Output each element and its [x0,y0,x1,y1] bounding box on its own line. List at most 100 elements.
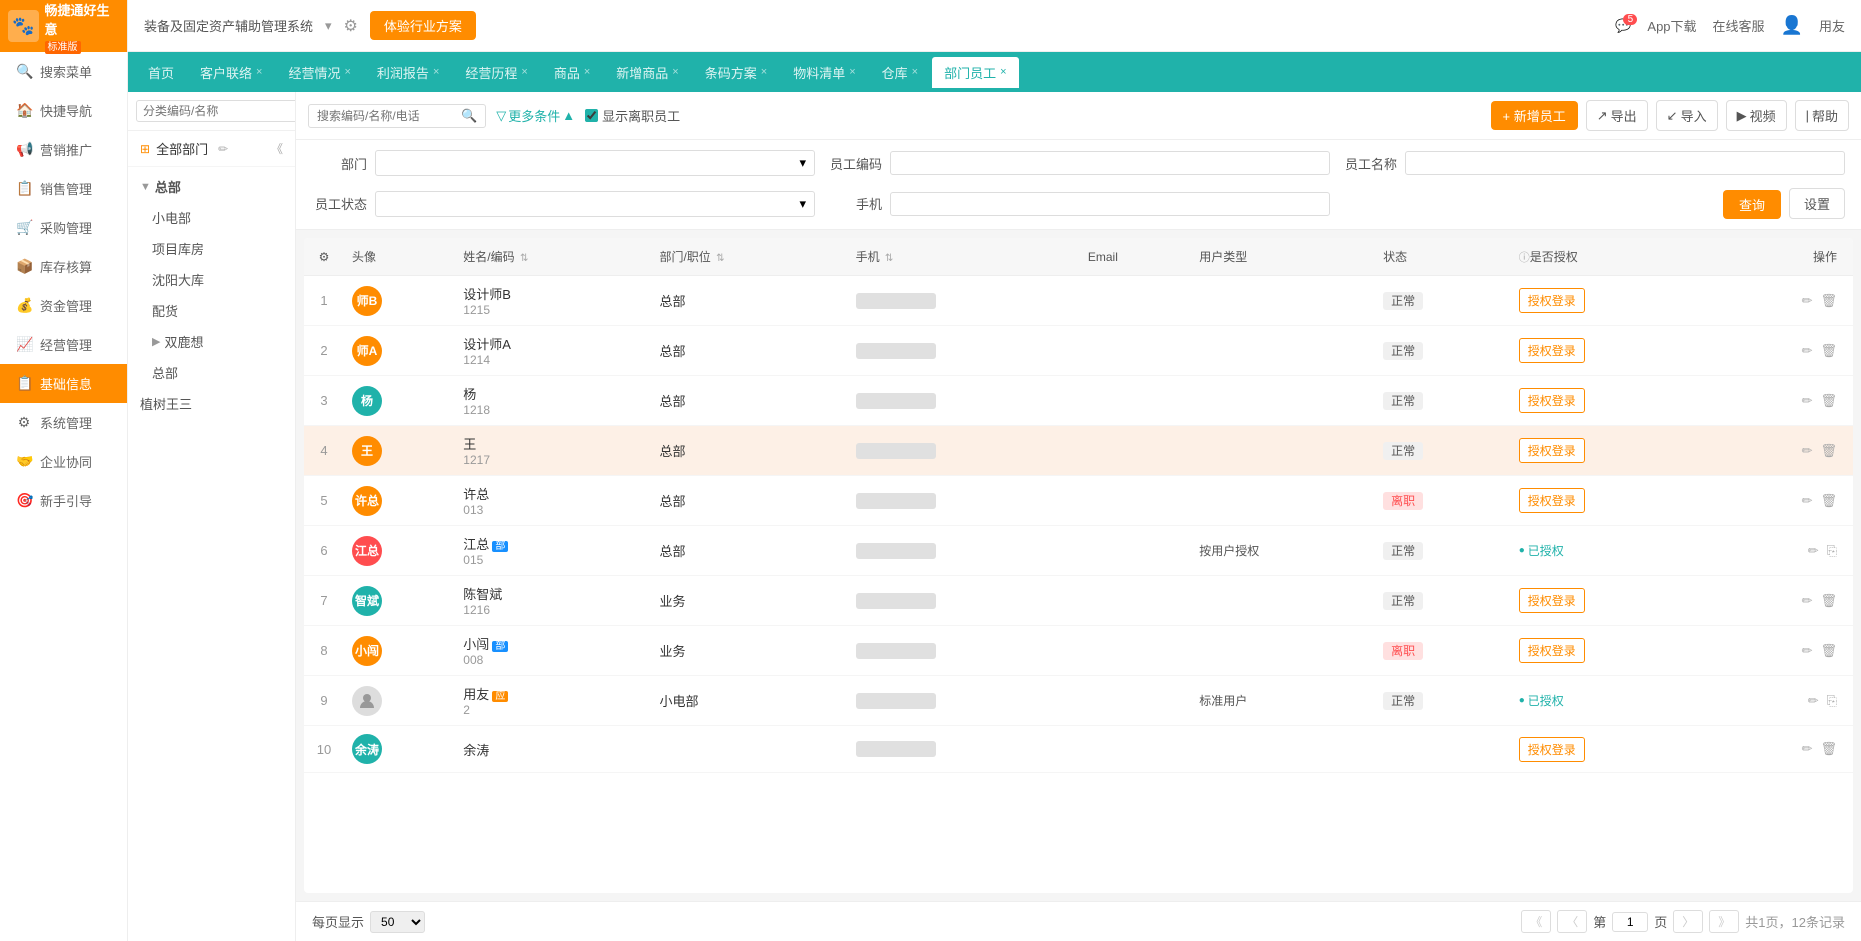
tree-item-xiangmu[interactable]: 项目库房 [140,233,295,264]
tree-item-zongbu[interactable]: ▼ 总部 [128,171,295,202]
delete-icon[interactable]: 🗑 [1820,443,1837,459]
next-page-btn[interactable]: 〉 [1673,910,1703,933]
auth-btn[interactable]: 授权登录 [1519,638,1585,663]
tab-close-icon[interactable]: × [344,66,350,78]
col-config[interactable]: ⚙ [304,238,344,276]
sidebar-item-sales[interactable]: 📋 销售管理 [0,169,127,208]
auth-btn[interactable]: 授权登录 [1519,338,1585,363]
delete-icon[interactable]: 🗑 [1820,393,1837,409]
per-page-select[interactable]: 50 10 20 100 [370,911,425,933]
edit-icon[interactable]: ✏ [1802,343,1813,359]
import-button[interactable]: ↙ 导入 [1656,100,1718,131]
edit-icon[interactable]: ✏ [1802,593,1813,609]
copy-icon[interactable]: ⎘ [1827,693,1837,709]
view-button[interactable]: ▶ 视频 [1726,100,1787,131]
tree-item-wangsan[interactable]: 植树王三 [128,388,295,419]
tab-close-icon[interactable]: × [761,66,767,78]
auth-btn[interactable]: 授权登录 [1519,438,1585,463]
sidebar-item-operations[interactable]: 📈 经营管理 [0,325,127,364]
tab-customer[interactable]: 客户联络 × [188,57,274,88]
search-icon[interactable]: 🔍 [461,108,477,124]
tab-material[interactable]: 物料清单 × [781,57,867,88]
page-input[interactable] [1612,912,1648,932]
more-conditions-btn[interactable]: ▽ 更多条件 ▲ [496,106,575,125]
edit-icon[interactable]: ✏ [1802,293,1813,309]
export-button[interactable]: ↗ 导出 [1586,100,1648,131]
search-input[interactable] [317,109,457,123]
edit-icon[interactable]: ✏ [1802,493,1813,509]
dept-collapse-icon[interactable]: 《 [271,140,283,157]
tab-close-icon[interactable]: × [256,66,262,78]
tab-close-icon[interactable]: × [912,66,918,78]
edit-icon[interactable]: ✏ [1802,741,1813,757]
tree-item-shuangmeng[interactable]: ▶ 双鹿想 [140,326,295,357]
sidebar-item-basic[interactable]: 📋 基础信息 [0,364,127,403]
name-input[interactable] [1405,151,1845,175]
tree-item-shenyang[interactable]: 沈阳大库 [140,264,295,295]
copy-icon[interactable]: ⎘ [1827,543,1837,559]
dept-search-input[interactable] [136,100,296,122]
code-input[interactable] [890,151,1330,175]
auth-btn[interactable]: 授权登录 [1519,488,1585,513]
tab-profit[interactable]: 利润报告 × [365,57,451,88]
prev-page-btn[interactable]: 〈 [1557,910,1587,933]
user-name[interactable]: 用友 [1819,16,1845,35]
tab-close-icon[interactable]: × [849,66,855,78]
tab-business[interactable]: 经营情况 × [276,57,362,88]
show-resigned-checkbox[interactable]: 显示离职员工 [585,106,680,125]
col-dept[interactable]: 部门/职位 ⇅ [651,238,847,276]
sort-dept-icon[interactable]: ⇅ [716,253,724,264]
sort-name-icon[interactable]: ⇅ [520,253,528,264]
phone-input[interactable] [890,192,1330,216]
status-select[interactable]: ▾ [375,191,815,217]
show-resigned-input[interactable] [585,109,598,122]
last-page-btn[interactable]: 》 [1709,910,1739,933]
edit-icon[interactable]: ✏ [1808,693,1819,709]
sidebar-item-purchase[interactable]: 🛒 采购管理 [0,208,127,247]
tree-item-zongbu2[interactable]: 总部 [140,357,295,388]
add-staff-button[interactable]: + 新增员工 [1491,101,1578,130]
sidebar-item-system[interactable]: ⚙ 系统管理 [0,403,127,442]
sidebar-item-guide[interactable]: 🎯 新手引导 [0,481,127,520]
sidebar-item-inventory[interactable]: 📦 库存核算 [0,247,127,286]
sidebar-item-cooperation[interactable]: 🤝 企业协同 [0,442,127,481]
tree-item-xiaodianbu[interactable]: 小电部 [140,202,295,233]
sidebar-item-marketing[interactable]: 📢 营销推广 [0,130,127,169]
auth-btn[interactable]: 授权登录 [1519,388,1585,413]
tab-close-icon[interactable]: × [1000,66,1006,78]
col-name[interactable]: 姓名/编码 ⇅ [455,238,651,276]
sidebar-item-finance[interactable]: 💰 资金管理 [0,286,127,325]
edit-icon[interactable]: ✏ [1802,393,1813,409]
tab-goods[interactable]: 商品 × [542,57,602,88]
reset-button[interactable]: 设置 [1789,188,1845,219]
tree-item-peihuo[interactable]: 配货 [140,295,295,326]
tab-home[interactable]: 首页 [136,57,186,88]
delete-icon[interactable]: 🗑 [1820,741,1837,757]
dept-edit-icon[interactable]: ✏ [218,142,228,156]
col-phone[interactable]: 手机 ⇅ [848,238,1080,276]
tab-barcode[interactable]: 条码方案 × [693,57,779,88]
delete-icon[interactable]: 🗑 [1820,343,1837,359]
message-icon[interactable]: 💬 5 [1615,18,1631,34]
tab-new-goods[interactable]: 新增商品 × [604,57,690,88]
first-page-btn[interactable]: 《 [1521,910,1551,933]
tab-staff[interactable]: 部门员工 × [932,57,1018,88]
tab-close-icon[interactable]: × [521,66,527,78]
query-button[interactable]: 查询 [1723,190,1781,219]
dept-select[interactable]: ▾ [375,150,815,176]
sidebar-item-shortcut[interactable]: 🏠 快捷导航 [0,91,127,130]
sidebar-item-search[interactable]: 🔍 搜索菜单 [0,52,127,91]
topbar-settings-icon[interactable]: ⚙ [344,16,358,36]
tab-close-icon[interactable]: × [433,66,439,78]
auth-btn[interactable]: 授权登录 [1519,288,1585,313]
auth-btn[interactable]: 授权登录 [1519,588,1585,613]
tab-close-icon[interactable]: × [672,66,678,78]
tab-close-icon[interactable]: × [584,66,590,78]
sort-phone-icon[interactable]: ⇅ [885,253,893,264]
edit-icon[interactable]: ✏ [1802,643,1813,659]
delete-icon[interactable]: 🗑 [1820,493,1837,509]
topbar-trial-button[interactable]: 体验行业方案 [370,11,476,40]
tab-warehouse[interactable]: 仓库 × [870,57,930,88]
app-download-link[interactable]: App下载 [1647,16,1696,35]
tab-process[interactable]: 经营历程 × [453,57,539,88]
